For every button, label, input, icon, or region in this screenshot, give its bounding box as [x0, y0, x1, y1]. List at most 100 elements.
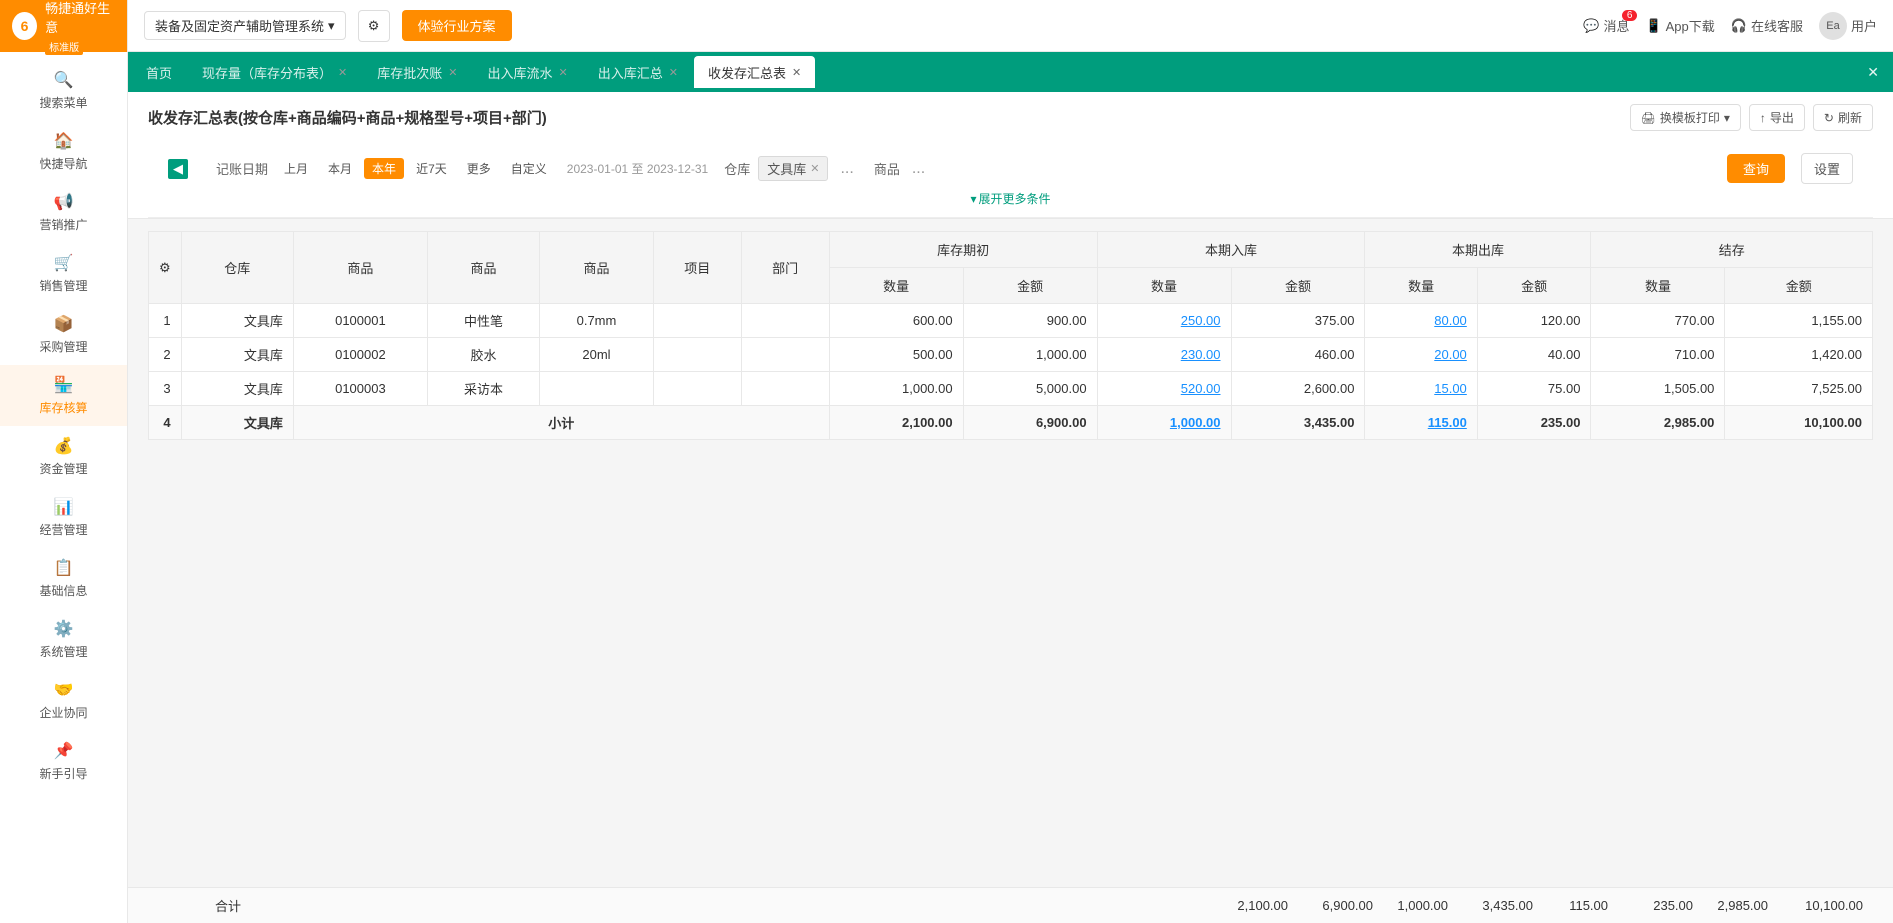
subtotal-warehouse: 文具库	[181, 406, 293, 440]
settings-gear-button[interactable]: ⚙	[358, 10, 390, 42]
bottom-total-bar: 合计 2,100.00 6,900.00 1,000.00 3,435.00 1…	[128, 887, 1893, 923]
refresh-label: 刷新	[1838, 109, 1862, 126]
filter-row: ◀ 记账日期 上月本月本年近7天更多自定义 2023-01-01 至 2023-…	[168, 153, 1853, 184]
sidebar-item-sales[interactable]: 🛒销售管理	[0, 243, 127, 304]
topbar-left: 装备及固定资产辅助管理系统 ▾ ⚙ 体验行业方案	[144, 10, 512, 42]
refresh-icon: ↻	[1824, 111, 1834, 125]
date-btn-更多[interactable]: 更多	[459, 158, 499, 179]
user-menu-button[interactable]: Ea 用户	[1819, 12, 1877, 40]
sidebar-item-inventory[interactable]: 🏪库存核算	[0, 365, 127, 426]
tab-stock-dist[interactable]: 现存量（库存分布表） ✕	[188, 56, 361, 88]
row-opening-amt-1: 1,000.00	[963, 338, 1097, 372]
system-title-dropdown[interactable]: 装备及固定资产辅助管理系统 ▾	[144, 11, 346, 40]
app-download-button[interactable]: 📱 App下载	[1645, 16, 1714, 35]
export-button[interactable]: ↑ 导出	[1749, 104, 1805, 131]
try-industry-button[interactable]: 体验行业方案	[402, 10, 512, 41]
chevron-down-icon: ▾	[1724, 111, 1730, 125]
page-header: 收发存汇总表(按仓库+商品编码+商品+规格型号+项目+部门) 🖨 换模板打印 ▾…	[128, 92, 1893, 219]
date-btn-上月[interactable]: 上月	[276, 158, 316, 179]
subtotal-in-qty[interactable]: 1,000.00	[1097, 406, 1231, 440]
tab-close-inout-summary[interactable]: ✕	[669, 66, 678, 79]
main-area: 装备及固定资产辅助管理系统 ▾ ⚙ 体验行业方案 💬 消息 6 📱 App下载 …	[128, 0, 1893, 923]
tab-close-batch[interactable]: ✕	[448, 66, 457, 79]
sidebar-item-guide[interactable]: 📌新手引导	[0, 731, 127, 792]
gear-icon[interactable]: ⚙	[159, 260, 171, 275]
date-btn-近7天[interactable]: 近7天	[408, 158, 455, 179]
row-in-qty-1[interactable]: 230.00	[1097, 338, 1231, 372]
col-header-goods-spec: 商品	[540, 232, 654, 304]
sidebar-item-operations[interactable]: 📊经营管理	[0, 487, 127, 548]
messages-button[interactable]: 💬 消息 6	[1583, 16, 1629, 35]
online-service-button[interactable]: 🎧 在线客服	[1731, 16, 1803, 35]
system-icon: ⚙️	[54, 619, 74, 639]
col-header-balance: 结存	[1591, 232, 1873, 268]
row-balance-qty-0: 770.00	[1591, 304, 1725, 338]
total-opening-amt: 6,900.00	[1298, 898, 1383, 913]
tab-label-batch: 库存批次账	[377, 63, 442, 82]
sidebar-item-label-inventory: 库存核算	[39, 399, 87, 416]
total-label: 合计	[188, 896, 268, 915]
collapse-button[interactable]: ◀	[168, 159, 188, 179]
total-in-amt: 3,435.00	[1458, 898, 1543, 913]
sidebar-item-finance[interactable]: 💰资金管理	[0, 426, 127, 487]
row-project-0	[653, 304, 741, 338]
close-all-tabs-button[interactable]: ✕	[1857, 64, 1889, 81]
subtotal-num: 4	[149, 406, 182, 440]
sidebar-item-purchase[interactable]: 📦采购管理	[0, 304, 127, 365]
tab-close-recv-send[interactable]: ✕	[792, 66, 801, 79]
row-out-qty-2[interactable]: 15.00	[1365, 372, 1477, 406]
sidebar-item-quicknav[interactable]: 🏠快捷导航	[0, 121, 127, 182]
tab-label-stock-dist: 现存量（库存分布表）	[202, 63, 332, 82]
warehouse-tag[interactable]: 文具库 ✕	[758, 156, 828, 181]
sidebar-item-basic[interactable]: 📋基础信息	[0, 548, 127, 609]
col-header-project: 项目	[653, 232, 741, 304]
tab-inout-flow[interactable]: 出入库流水✕	[473, 56, 581, 88]
refresh-button[interactable]: ↻ 刷新	[1813, 104, 1873, 131]
sidebar-item-label-guide: 新手引导	[39, 765, 87, 782]
col-header-goods-code: 商品	[293, 232, 427, 304]
table-settings-header: ⚙	[149, 232, 182, 304]
sidebar-item-enterprise[interactable]: 🤝企业协同	[0, 670, 127, 731]
warehouse-ellipsis-button[interactable]: ...	[836, 160, 857, 178]
tab-close-inout-flow[interactable]: ✕	[559, 66, 568, 79]
filter-expand-row: ▾ 展开更多条件	[168, 184, 1853, 207]
enterprise-icon: 🤝	[54, 680, 74, 700]
template-print-label: 换模板打印	[1660, 109, 1720, 126]
tab-close-stock-dist[interactable]: ✕	[338, 66, 347, 79]
content-area: 收发存汇总表(按仓库+商品编码+商品+规格型号+项目+部门) 🖨 换模板打印 ▾…	[128, 92, 1893, 923]
printer-icon: 🖨	[1641, 111, 1656, 125]
subtotal-out-qty[interactable]: 115.00	[1365, 406, 1477, 440]
date-btn-自定义[interactable]: 自定义	[503, 158, 555, 179]
expand-more-button[interactable]: ▾ 展开更多条件	[970, 190, 1050, 207]
row-balance-amt-2: 7,525.00	[1725, 372, 1873, 406]
sidebar-item-system[interactable]: ⚙️系统管理	[0, 609, 127, 670]
row-num-0: 1	[149, 304, 182, 338]
tab-batch[interactable]: 库存批次账 ✕	[363, 56, 471, 88]
date-btn-本月[interactable]: 本月	[320, 158, 360, 179]
online-service-label: 在线客服	[1751, 16, 1803, 35]
filter-settings-button[interactable]: 设置	[1801, 153, 1853, 184]
template-print-button[interactable]: 🖨 换模板打印 ▾	[1630, 104, 1741, 131]
row-opening-qty-0: 600.00	[829, 304, 963, 338]
row-in-qty-2[interactable]: 520.00	[1097, 372, 1231, 406]
row-out-qty-1[interactable]: 20.00	[1365, 338, 1477, 372]
subtotal-out-amt: 235.00	[1477, 406, 1591, 440]
row-out-qty-0[interactable]: 80.00	[1365, 304, 1477, 338]
date-btn-本年[interactable]: 本年	[364, 158, 404, 179]
warehouse-remove-icon[interactable]: ✕	[810, 162, 819, 175]
data-table: ⚙ 仓库 商品 商品 商品 项目 部门 库存期初 本期入库 本期出库 结存 数量	[148, 231, 1873, 440]
row-opening-qty-2: 1,000.00	[829, 372, 963, 406]
sidebar-item-marketing[interactable]: 📢营销推广	[0, 182, 127, 243]
query-button[interactable]: 查询	[1727, 154, 1785, 183]
row-in-qty-0[interactable]: 250.00	[1097, 304, 1231, 338]
row-opening-amt-2: 5,000.00	[963, 372, 1097, 406]
tab-recv-send[interactable]: 收发存汇总表✕	[694, 56, 815, 88]
page-title-row: 收发存汇总表(按仓库+商品编码+商品+规格型号+项目+部门) 🖨 换模板打印 ▾…	[148, 104, 1873, 131]
col-header-warehouse: 仓库	[181, 232, 293, 304]
sidebar-item-search[interactable]: 🔍搜索菜单	[0, 60, 127, 121]
row-opening-amt-0: 900.00	[963, 304, 1097, 338]
tab-home[interactable]: 首页	[132, 56, 186, 88]
tab-inout-summary[interactable]: 出入库汇总✕	[584, 56, 692, 88]
message-icon: 💬	[1583, 18, 1599, 34]
goods-ellipsis-button[interactable]: ...	[908, 160, 929, 178]
